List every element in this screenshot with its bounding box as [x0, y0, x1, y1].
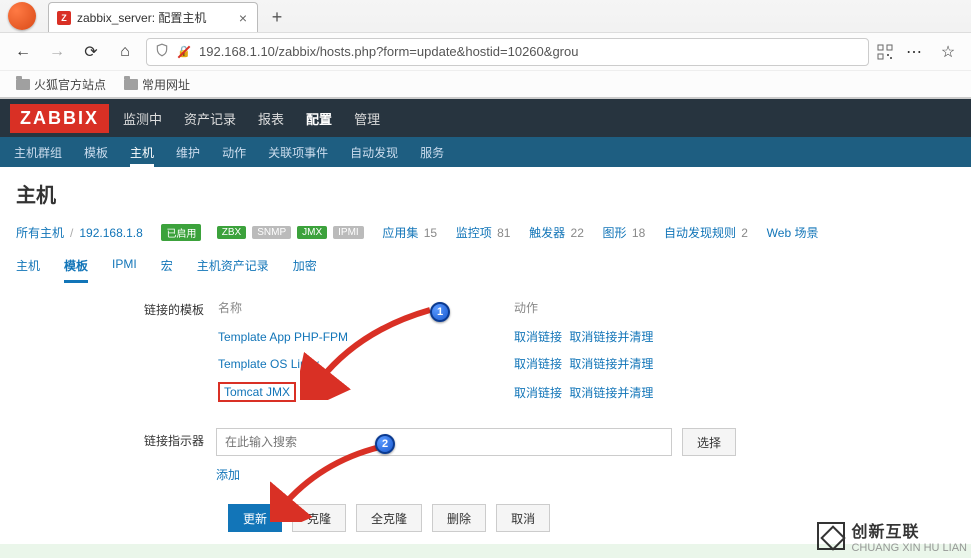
status-badge: 已启用 — [161, 224, 201, 241]
label-link-indicator: 链接指示器 — [16, 428, 216, 484]
unlink-link[interactable]: 取消链接 — [514, 330, 562, 344]
col-action: 动作 — [514, 299, 734, 322]
tab-host[interactable]: 主机 — [16, 251, 40, 283]
label-linked-templates: 链接的模板 — [16, 297, 216, 408]
watermark-logo-icon — [817, 522, 845, 550]
bookmark-star-icon[interactable]: ☆ — [935, 39, 961, 65]
folder-icon — [124, 79, 138, 90]
folder-icon — [16, 79, 30, 90]
badge-ipmi: IPMI — [333, 226, 364, 239]
update-button[interactable]: 更新 — [228, 504, 282, 532]
col-name: 名称 — [218, 299, 512, 322]
browser-tab[interactable]: Z zabbix_server: 配置主机 × — [48, 2, 258, 32]
subnav-services[interactable]: 服务 — [420, 138, 444, 167]
bookmark-item[interactable]: 常用网址 — [124, 76, 190, 93]
nav-admin[interactable]: 管理 — [354, 109, 380, 128]
nav-reports[interactable]: 报表 — [258, 109, 284, 128]
template-search-input[interactable] — [216, 428, 672, 456]
subnav-hostgroups[interactable]: 主机群组 — [14, 138, 62, 167]
tab-close-icon[interactable]: × — [239, 10, 247, 26]
unlink-link[interactable]: 取消链接 — [514, 357, 562, 371]
sub-nav: 主机群组 模板 主机 维护 动作 关联项事件 自动发现 服务 — [0, 137, 971, 167]
badge-snmp: SNMP — [252, 226, 291, 239]
template-link[interactable]: Template OS Linux — [218, 357, 319, 371]
badge-jmx: JMX — [297, 226, 327, 239]
delete-button[interactable]: 删除 — [432, 504, 486, 532]
breadcrumb: 所有主机 / 192.168.1.8 已启用 ZBX SNMP JMX IPMI… — [16, 224, 955, 241]
template-link-highlighted[interactable]: Tomcat JMX — [224, 385, 290, 399]
linked-templates-table: 名称 动作 Template App PHP-FPM 取消链接 取消链接并清理 … — [216, 297, 736, 408]
tab-title: zabbix_server: 配置主机 — [77, 9, 206, 26]
metric-discovery[interactable]: 自动发现规则 2 — [664, 224, 748, 241]
new-tab-button[interactable]: + — [264, 4, 290, 30]
tab-macros[interactable]: 宏 — [161, 251, 173, 283]
qr-icon[interactable] — [877, 44, 893, 60]
subnav-actions[interactable]: 动作 — [222, 138, 246, 167]
subnav-hosts[interactable]: 主机 — [130, 138, 154, 167]
subnav-discovery[interactable]: 自动发现 — [350, 138, 398, 167]
browser-tab-bar: Z zabbix_server: 配置主机 × + — [0, 0, 971, 32]
bookmark-item[interactable]: 火狐官方站点 — [16, 76, 106, 93]
bookmarks-bar: 火狐官方站点 常用网址 — [0, 70, 971, 98]
url-text: 192.168.1.10/zabbix/hosts.php?form=updat… — [199, 44, 578, 59]
reload-button[interactable]: ⟳ — [78, 39, 104, 65]
metric-items[interactable]: 监控项 81 — [456, 224, 511, 241]
subnav-maintenance[interactable]: 维护 — [176, 138, 200, 167]
tab-ipmi[interactable]: IPMI — [112, 251, 137, 283]
back-button[interactable]: ← — [10, 39, 36, 65]
select-button[interactable]: 选择 — [682, 428, 736, 456]
nav-inventory[interactable]: 资产记录 — [184, 109, 236, 128]
cancel-button[interactable]: 取消 — [496, 504, 550, 532]
subnav-templates[interactable]: 模板 — [84, 138, 108, 167]
forward-button[interactable]: → — [44, 39, 70, 65]
nav-configuration[interactable]: 配置 — [306, 109, 332, 128]
shield-icon — [155, 43, 169, 60]
subnav-correlation[interactable]: 关联项事件 — [268, 138, 328, 167]
metric-triggers[interactable]: 触发器 22 — [529, 224, 584, 241]
more-menu-icon[interactable]: ⋯ — [901, 39, 927, 65]
tab-inventory[interactable]: 主机资产记录 — [197, 251, 269, 283]
breadcrumb-host[interactable]: 192.168.1.8 — [79, 226, 142, 240]
metric-graphs[interactable]: 图形 18 — [603, 224, 646, 241]
watermark: 创新互联 CHUANG XIN HU LIAN — [817, 518, 967, 554]
metric-applications[interactable]: 应用集 15 — [382, 224, 437, 241]
unlink-clear-link[interactable]: 取消链接并清理 — [569, 357, 653, 371]
metric-web[interactable]: Web 场景 — [767, 224, 819, 241]
insecure-lock-icon — [177, 45, 191, 59]
tab-templates[interactable]: 模板 — [64, 251, 88, 283]
host-tabs: 主机 模板 IPMI 宏 主机资产记录 加密 — [16, 251, 955, 283]
clone-button[interactable]: 克隆 — [292, 504, 346, 532]
app-header: ZABBIX 监测中 资产记录 报表 配置 管理 — [0, 99, 971, 137]
tab-favicon: Z — [57, 11, 71, 25]
main-nav: 监测中 资产记录 报表 配置 管理 — [123, 109, 380, 128]
page-title: 主机 — [16, 179, 955, 208]
full-clone-button[interactable]: 全克隆 — [356, 504, 422, 532]
zabbix-logo[interactable]: ZABBIX — [10, 104, 109, 133]
unlink-clear-link[interactable]: 取消链接并清理 — [569, 386, 653, 400]
badge-zbx: ZBX — [217, 226, 246, 239]
tab-encryption[interactable]: 加密 — [293, 251, 317, 283]
table-row: Template App PHP-FPM 取消链接 取消链接并清理 — [218, 324, 734, 349]
table-row: Tomcat JMX 取消链接 取消链接并清理 — [218, 378, 734, 406]
template-link[interactable]: Template App PHP-FPM — [218, 330, 348, 344]
add-link[interactable]: 添加 — [216, 466, 240, 483]
unlink-clear-link[interactable]: 取消链接并清理 — [569, 330, 653, 344]
address-bar: ← → ⟳ ⌂ 192.168.1.10/zabbix/hosts.php?fo… — [0, 32, 971, 70]
breadcrumb-all-hosts[interactable]: 所有主机 — [16, 224, 64, 241]
url-input[interactable]: 192.168.1.10/zabbix/hosts.php?form=updat… — [146, 38, 869, 66]
home-button[interactable]: ⌂ — [112, 39, 138, 65]
table-row: Template OS Linux 取消链接 取消链接并清理 — [218, 351, 734, 376]
nav-monitoring[interactable]: 监测中 — [123, 109, 162, 128]
unlink-link[interactable]: 取消链接 — [514, 386, 562, 400]
